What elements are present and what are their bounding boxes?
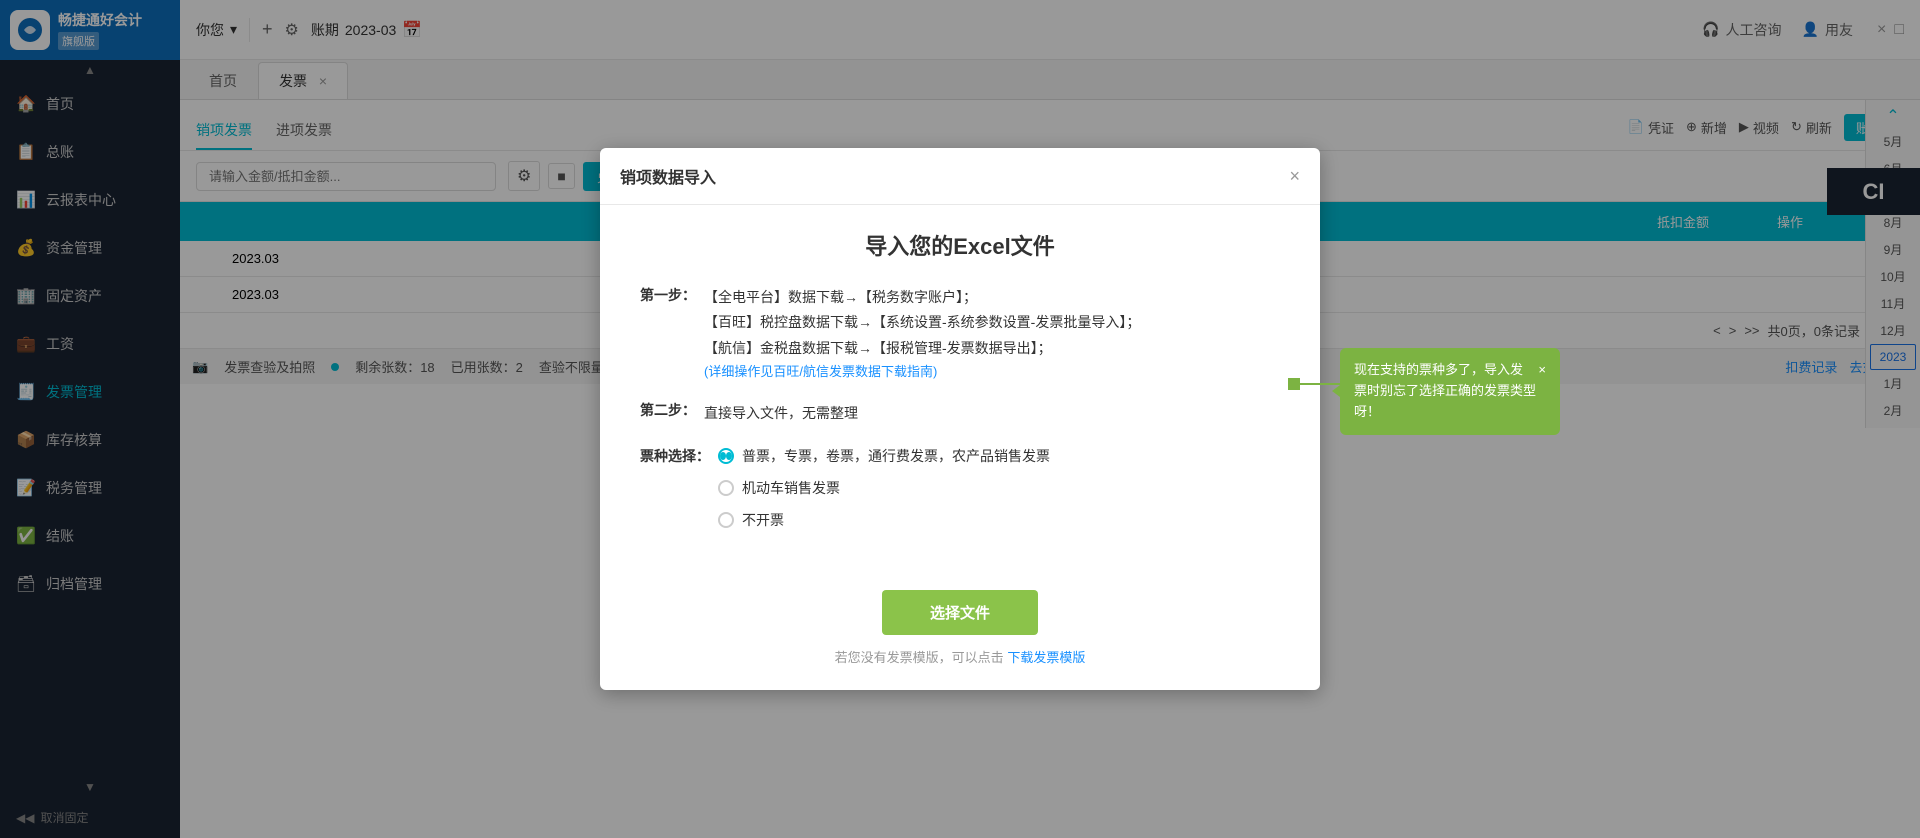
download-template-link[interactable]: 下载发票模版 bbox=[1007, 650, 1085, 665]
import-modal: 销项数据导入 × 导入您的Excel文件 第一步： 【全电平台】数据下载→【税务… bbox=[600, 148, 1320, 690]
radio-group: 普票，专票，卷票，通行费发票，农产品销售发票 机动车销售发票 不开票 bbox=[718, 446, 1050, 530]
step2-label: 第二步： bbox=[640, 400, 696, 420]
step1-link[interactable]: (详细操作见百旺/航信发票数据下载指南) bbox=[704, 361, 1140, 380]
tooltip-container: × 现在支持的票种多了，导入发票时别忘了选择正确的发票类型呀！ bbox=[1340, 348, 1560, 434]
step1-line3: 【航信】金税盘数据下载→【报税管理-发票数据导出】； bbox=[704, 336, 1140, 361]
step1-content: 【全电平台】数据下载→【税务数字账户】； 【百旺】税控盘数据下载→【系统设置-系… bbox=[704, 285, 1140, 380]
tooltip-text: 现在支持的票种多了，导入发票时别忘了选择正确的发票类型呀！ bbox=[1354, 362, 1536, 419]
radio-1-label: 普票，专票，卷票，通行费发票，农产品销售发票 bbox=[742, 446, 1050, 466]
modal-footer: 选择文件 若您没有发票模版，可以点击 下载发票模版 bbox=[600, 574, 1320, 690]
step1-label: 第一步： bbox=[640, 285, 696, 374]
download-hint-text: 若您没有发票模版，可以点击 bbox=[835, 650, 1004, 665]
modal-title: 销项数据导入 bbox=[620, 164, 716, 188]
tooltip-dot bbox=[1288, 378, 1300, 390]
select-file-button[interactable]: 选择文件 bbox=[882, 590, 1038, 635]
radio-3-label: 不开票 bbox=[742, 510, 784, 530]
ticket-label: 票种选择： bbox=[640, 446, 710, 466]
modal-close-button[interactable]: × bbox=[1289, 166, 1300, 187]
ticket-select: 票种选择： 普票，专票，卷票，通行费发票，农产品销售发票 机动车销售发票 bbox=[640, 446, 1280, 530]
radio-option-2[interactable]: 机动车销售发票 bbox=[718, 478, 1050, 498]
modal-header: 销项数据导入 × bbox=[600, 148, 1320, 205]
radio-option-3[interactable]: 不开票 bbox=[718, 510, 1050, 530]
step2-content: 直接导入文件，无需整理 bbox=[704, 403, 858, 423]
radio-option-1[interactable]: 普票，专票，卷票，通行费发票，农产品销售发票 bbox=[718, 446, 1050, 466]
modal-main-title: 导入您的Excel文件 bbox=[640, 229, 1280, 261]
radio-2-label: 机动车销售发票 bbox=[742, 478, 840, 498]
radio-2-circle bbox=[718, 480, 734, 496]
modal-body: 导入您的Excel文件 第一步： 【全电平台】数据下载→【税务数字账户】； 【百… bbox=[600, 205, 1320, 574]
radio-3-circle bbox=[718, 512, 734, 528]
step1: 第一步： 【全电平台】数据下载→【税务数字账户】； 【百旺】税控盘数据下载→【系… bbox=[640, 285, 1280, 380]
tooltip-arrow bbox=[1332, 385, 1340, 397]
step1-line1: 【全电平台】数据下载→【税务数字账户】； bbox=[704, 285, 1140, 310]
tooltip-bubble: × 现在支持的票种多了，导入发票时别忘了选择正确的发票类型呀！ bbox=[1340, 348, 1560, 434]
step1-line2: 【百旺】税控盘数据下载→【系统设置-系统参数设置-发票批量导入】； bbox=[704, 310, 1140, 335]
download-hint: 若您没有发票模版，可以点击 下载发票模版 bbox=[835, 647, 1086, 666]
radio-1-circle bbox=[718, 448, 734, 464]
step2: 第二步： 直接导入文件，无需整理 bbox=[640, 400, 1280, 426]
tooltip-close-button[interactable]: × bbox=[1538, 360, 1546, 381]
modal-overlay: 销项数据导入 × 导入您的Excel文件 第一步： 【全电平台】数据下载→【税务… bbox=[0, 0, 1920, 838]
